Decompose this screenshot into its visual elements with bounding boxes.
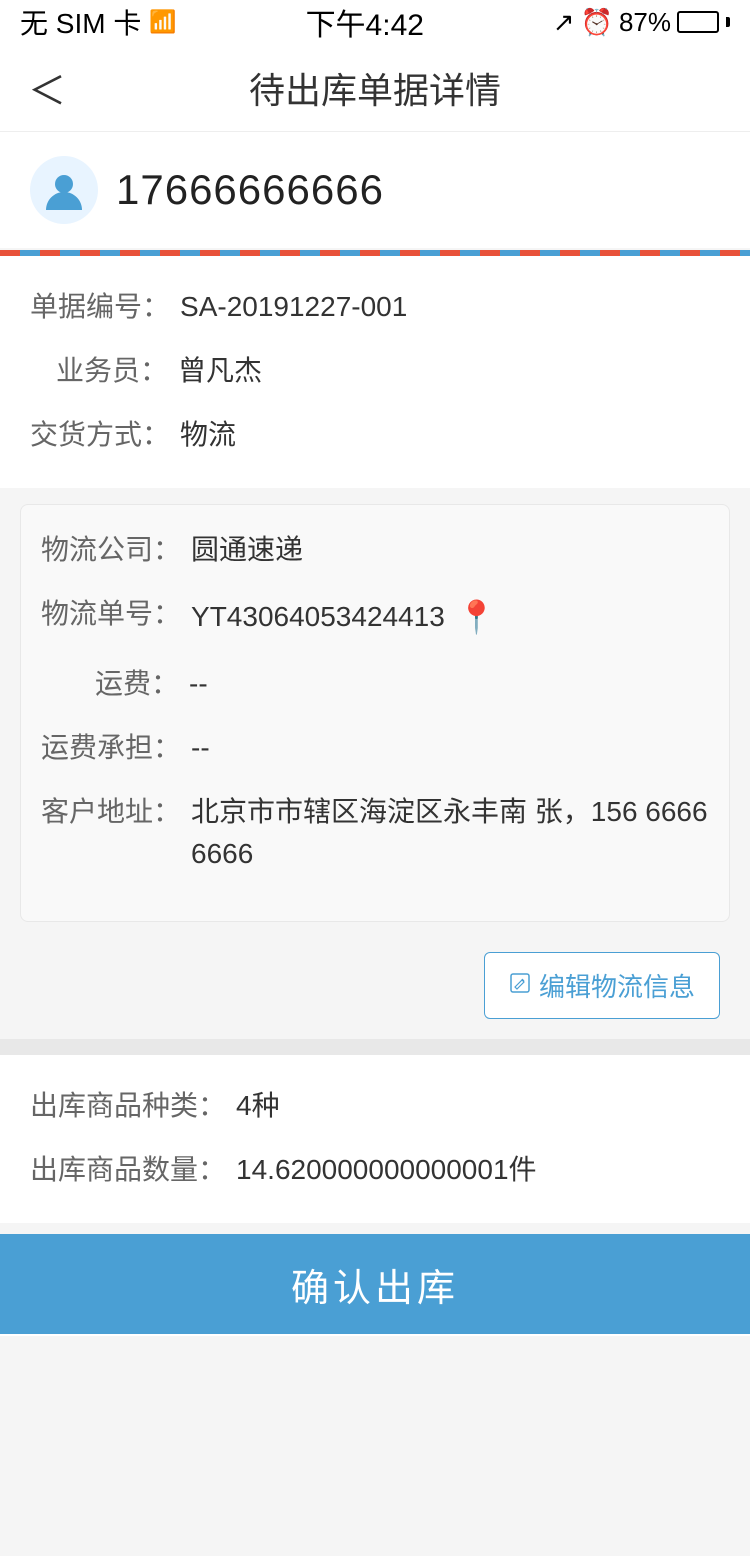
- carrier-text: 无 SIM 卡: [20, 2, 141, 42]
- confirm-button-label: 确认出库: [291, 1257, 459, 1312]
- tracking-number-row: 物流单号： YT43064053424413 📍: [41, 593, 709, 641]
- tracking-number-label: 物流单号：: [41, 593, 191, 635]
- edit-logistics-label: 编辑物流信息: [539, 967, 695, 1004]
- logistics-company-label: 物流公司：: [41, 529, 191, 571]
- goods-quantity-label: 出库商品数量：: [30, 1149, 236, 1191]
- avatar-icon: [42, 168, 86, 212]
- address-row: 客户地址： 北京市市辖区海淀区永丰南 张，156 6666 6666: [41, 791, 709, 875]
- status-left: 无 SIM 卡 📶: [20, 2, 177, 42]
- page-title: 待出库单据详情: [249, 62, 501, 114]
- edit-icon: [509, 970, 531, 1001]
- avatar: [30, 156, 98, 224]
- delivery-method-label: 交货方式：: [30, 414, 180, 456]
- edit-logistics-button[interactable]: 编辑物流信息: [484, 952, 720, 1019]
- status-right: ↗ ⏰ 87%: [553, 7, 730, 38]
- order-info-section: 单据编号： SA-20191227-001 业务员： 曾凡杰 交货方式： 物流: [0, 256, 750, 488]
- status-time: 下午4:42: [306, 0, 424, 44]
- customer-header: 17666666666: [0, 132, 750, 248]
- goods-quantity-value: 14.620000000000001件: [236, 1149, 720, 1191]
- battery-tip: [726, 17, 730, 27]
- empty-space: [0, 1336, 750, 1556]
- battery-percent: 87%: [619, 7, 671, 38]
- tracking-number-value: YT43064053424413 📍: [191, 593, 709, 641]
- goods-types-row: 出库商品种类： 4种: [30, 1085, 720, 1127]
- goods-types-label: 出库商品种类：: [30, 1085, 236, 1127]
- status-bar: 无 SIM 卡 📶 下午4:42 ↗ ⏰ 87%: [0, 0, 750, 44]
- confirm-button[interactable]: 确认出库: [0, 1234, 750, 1334]
- logistics-company-value: 圆通速递: [191, 529, 709, 571]
- back-button[interactable]: ＜: [28, 60, 66, 115]
- freight-label: 运费：: [41, 663, 189, 705]
- nav-bar: ＜ 待出库单据详情: [0, 44, 750, 132]
- order-number-label: 单据编号：: [30, 286, 180, 328]
- freight-value: --: [189, 663, 709, 705]
- address-value: 北京市市辖区海淀区永丰南 张，156 6666 6666: [191, 791, 709, 875]
- order-number-row: 单据编号： SA-20191227-001: [30, 286, 720, 328]
- freight-row: 运费： --: [41, 663, 709, 705]
- logistics-company-row: 物流公司： 圆通速递: [41, 529, 709, 571]
- salesman-value: 曾凡杰: [178, 350, 720, 392]
- logistics-card: 物流公司： 圆通速递 物流单号： YT43064053424413 📍 运费： …: [20, 504, 730, 922]
- freight-bearer-label: 运费承担：: [41, 727, 191, 769]
- order-number-value: SA-20191227-001: [180, 286, 720, 328]
- freight-bearer-value: --: [191, 727, 709, 769]
- salesman-label: 业务员：: [30, 350, 178, 392]
- battery-icon: [677, 11, 719, 33]
- delivery-method-row: 交货方式： 物流: [30, 414, 720, 456]
- freight-bearer-row: 运费承担： --: [41, 727, 709, 769]
- salesman-row: 业务员： 曾凡杰: [30, 350, 720, 392]
- delivery-method-value: 物流: [180, 414, 720, 456]
- goods-quantity-row: 出库商品数量： 14.620000000000001件: [30, 1149, 720, 1191]
- location-service-icon: ↗: [553, 7, 575, 38]
- goods-types-value: 4种: [236, 1085, 720, 1127]
- customer-phone: 17666666666: [116, 166, 384, 214]
- edit-logistics-section: 编辑物流信息: [0, 942, 750, 1039]
- address-label: 客户地址：: [41, 791, 191, 833]
- tracking-location-icon[interactable]: 📍: [457, 593, 497, 641]
- goods-section: 出库商品种类： 4种 出库商品数量： 14.620000000000001件: [0, 1055, 750, 1223]
- wifi-icon: 📶: [149, 9, 176, 35]
- alarm-icon: ⏰: [581, 7, 613, 38]
- section-divider: [0, 1039, 750, 1055]
